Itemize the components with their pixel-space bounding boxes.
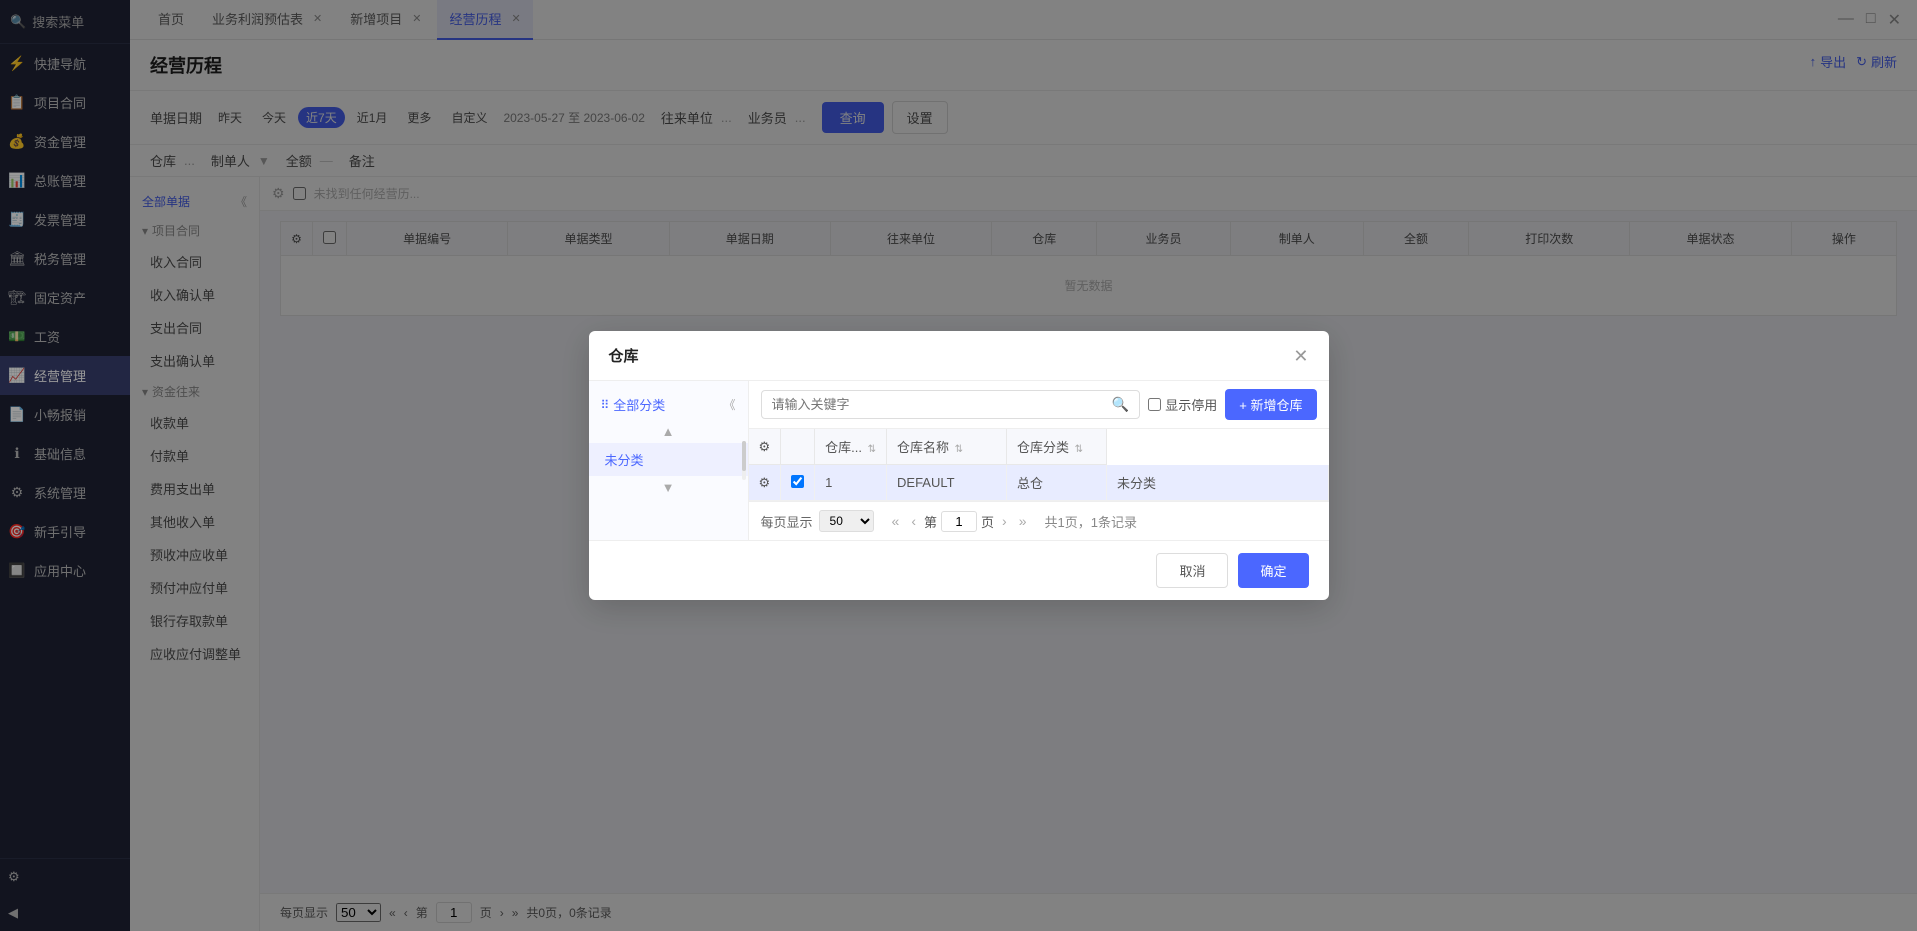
modal-left-scrollbar	[742, 441, 746, 480]
warehouse-modal: 仓库 ✕ ⠿ 全部分类 《 ▲ 未分类 ▼	[589, 331, 1329, 600]
modal-footer: 取消 确定	[589, 540, 1329, 600]
sort-icon-category: ⇅	[1075, 444, 1083, 455]
modal-left-panel: ⠿ 全部分类 《 ▲ 未分类 ▼	[589, 381, 749, 540]
chevron-down-icon: ▼	[662, 480, 675, 495]
modal-col-category[interactable]: 仓库分类 ⇅	[1007, 429, 1107, 465]
modal-page-label: 第	[924, 512, 937, 531]
modal-col-settings[interactable]: ⚙	[749, 429, 781, 465]
modal-title: 仓库	[609, 345, 639, 366]
modal-next-btn[interactable]: ›	[998, 512, 1011, 530]
modal-all-category-btn[interactable]: ⠿ 全部分类 《	[589, 389, 748, 420]
chevron-up-icon: ▲	[662, 424, 675, 439]
modal-right-panel: 🔍 显示停用 + 新增仓库 ⚙	[749, 381, 1329, 540]
modal-body: ⠿ 全部分类 《 ▲ 未分类 ▼	[589, 381, 1329, 540]
modal-col-name-label: 仓库名称	[897, 440, 949, 455]
modal-header: 仓库 ✕	[589, 331, 1329, 381]
modal-overlay[interactable]: 仓库 ✕ ⠿ 全部分类 《 ▲ 未分类 ▼	[0, 0, 1917, 931]
modal-search-icon: 🔍	[1112, 396, 1129, 413]
modal-page-suffix: 页	[981, 512, 994, 531]
modal-col-check[interactable]	[781, 429, 815, 465]
modal-prev-btn[interactable]: ‹	[907, 512, 920, 530]
modal-per-page-label: 每页显示	[761, 512, 813, 531]
grid-icon: ⠿	[601, 398, 610, 412]
modal-all-category-label: 全部分类	[613, 395, 665, 414]
modal-col-name[interactable]: 仓库名称 ⇅	[887, 429, 1007, 465]
show-disabled-text: 显示停用	[1165, 395, 1217, 414]
modal-table: ⚙ 仓库... ⇅ 仓库名称 ⇅	[749, 429, 1329, 501]
table-row[interactable]: ⚙ 1 DEFAULT 总仓 未分类	[749, 465, 1329, 501]
modal-table-wrap: ⚙ 仓库... ⇅ 仓库名称 ⇅	[749, 429, 1329, 501]
modal-col-id[interactable]: 仓库... ⇅	[815, 429, 887, 465]
modal-search-box: 🔍	[761, 390, 1141, 419]
modal-search-input[interactable]	[772, 397, 1106, 412]
modal-collapse-btn[interactable]: 《	[723, 396, 735, 413]
modal-confirm-btn[interactable]: 确定	[1238, 553, 1308, 588]
row-name: 总仓	[1007, 465, 1107, 501]
modal-page-input[interactable]	[941, 511, 977, 532]
show-disabled-label[interactable]: 显示停用	[1148, 395, 1217, 414]
row-code: DEFAULT	[887, 465, 1007, 501]
modal-first-btn[interactable]: «	[888, 512, 904, 530]
row-settings[interactable]: ⚙	[749, 465, 781, 501]
modal-page-nav: « ‹ 第 页 › »	[888, 511, 1031, 532]
row-checkbox[interactable]	[791, 475, 804, 488]
modal-close-btn[interactable]: ✕	[1293, 347, 1308, 365]
modal-pagination: 每页显示 50 100 « ‹ 第 页 › » 共1页，1条记录	[749, 501, 1329, 540]
modal-left-scroll-thumb	[742, 441, 746, 471]
modal-last-btn[interactable]: »	[1015, 512, 1031, 530]
modal-cancel-btn[interactable]: 取消	[1156, 553, 1228, 588]
sort-icon-id: ⇅	[868, 444, 876, 455]
row-check[interactable]	[781, 465, 815, 501]
modal-scroll-up-btn[interactable]: ▲	[589, 420, 748, 443]
sort-icon-name: ⇅	[955, 444, 963, 455]
modal-category-unclassified[interactable]: 未分类	[589, 443, 748, 476]
modal-col-id-label: 仓库...	[825, 440, 862, 455]
modal-total-text: 共1页，1条记录	[1044, 512, 1136, 531]
modal-scroll-down-btn[interactable]: ▼	[589, 476, 748, 499]
modal-col-category-label: 仓库分类	[1017, 440, 1069, 455]
row-category: 未分类	[1107, 465, 1328, 501]
add-warehouse-btn[interactable]: + 新增仓库	[1225, 389, 1316, 420]
show-disabled-checkbox[interactable]	[1148, 398, 1161, 411]
row-id: 1	[815, 465, 887, 501]
modal-per-page-select[interactable]: 50 100	[819, 510, 874, 532]
modal-toolbar: 🔍 显示停用 + 新增仓库	[749, 381, 1329, 429]
